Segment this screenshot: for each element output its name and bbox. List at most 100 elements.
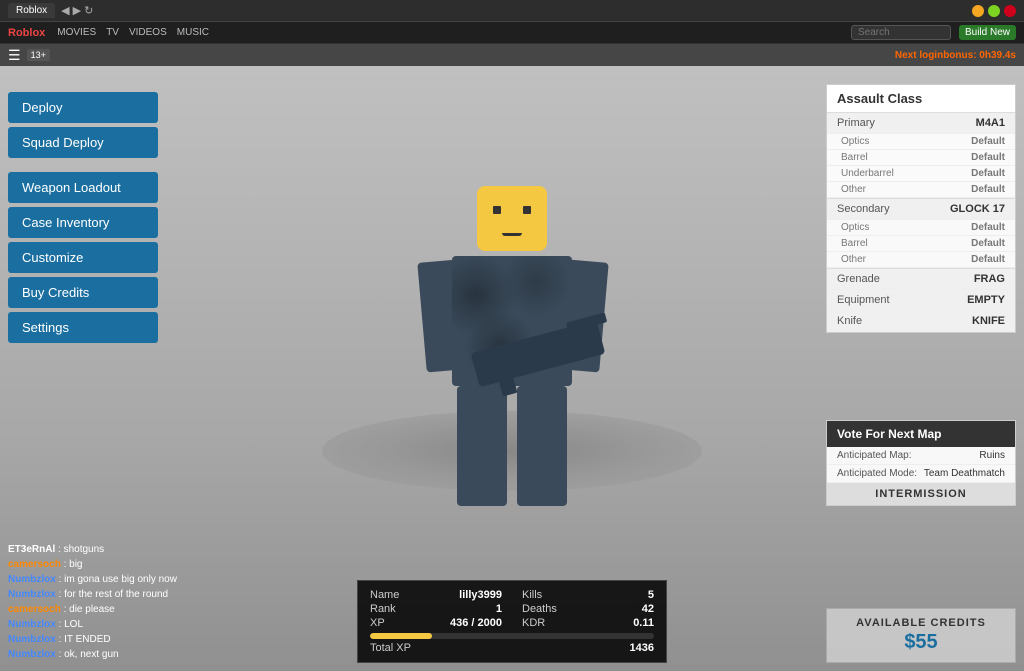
deaths-value: 42 — [642, 603, 654, 615]
secondary-value: GLOCK 17 — [950, 203, 1005, 215]
total-xp-value: 1436 — [630, 642, 654, 654]
primary-value: M4A1 — [976, 117, 1005, 129]
squad-deploy-button[interactable]: Squad Deploy — [8, 127, 158, 158]
minimize-button[interactable] — [972, 5, 984, 17]
browser-tab[interactable]: Roblox — [8, 3, 55, 18]
roblox-nav-left: Roblox MOVIES TV VIDEOS MUSIC — [8, 27, 209, 39]
vote-panel: Vote For Next Map Anticipated Map: Ruins… — [826, 420, 1016, 506]
intermission-label: INTERMISSION — [827, 483, 1015, 505]
chat-user-7: Numbzlox — [8, 649, 56, 660]
total-xp-stat-row: Total XP 1436 — [370, 642, 654, 654]
character — [412, 186, 612, 486]
xp-bar-container — [370, 633, 654, 639]
rank-label: Rank — [370, 603, 396, 615]
chat-user-0: ET3eRnAl — [8, 544, 55, 555]
primary-barrel-row: Barrel Default — [827, 150, 1015, 166]
anticipated-map-row: Anticipated Map: Ruins — [827, 447, 1015, 465]
chat-text-6: : IT ENDED — [59, 634, 111, 645]
credits-panel: AVAILABLE CREDITS $55 — [826, 608, 1016, 663]
chat-line-7: Numbzlox : ok, next gun — [8, 648, 208, 662]
nav-tv[interactable]: TV — [106, 27, 119, 38]
roblox-nav-right: Build New — [851, 25, 1016, 40]
chat-text-0: : shotguns — [58, 544, 104, 555]
settings-button[interactable]: Settings — [8, 312, 158, 343]
rank-value: 1 — [496, 603, 502, 615]
deaths-stat-row: Deaths 42 — [522, 603, 654, 615]
age-badge: 13+ — [27, 49, 50, 61]
browser-nav: ◀ ▶ ↻ — [61, 4, 93, 17]
secondary-optics-value: Default — [971, 222, 1005, 233]
buy-credits-button[interactable]: Buy Credits — [8, 277, 158, 308]
primary-other-value: Default — [971, 184, 1005, 195]
chat-text-2: : im gona use big only now — [59, 574, 177, 585]
customize-button[interactable]: Customize — [8, 242, 158, 273]
kdr-stat-row: KDR 0.11 — [522, 617, 654, 629]
char-eye-left — [493, 206, 501, 214]
menu-icon[interactable]: ☰ — [8, 47, 21, 64]
primary-optics-label: Optics — [841, 136, 869, 147]
chat-user-6: Numbzlox — [8, 634, 56, 645]
secondary-row: Secondary GLOCK 17 — [827, 199, 1015, 220]
primary-optics-value: Default — [971, 136, 1005, 147]
kdr-value: 0.11 — [633, 617, 654, 629]
grenade-value: FRAG — [974, 273, 1005, 285]
xp-bar-fill — [370, 633, 432, 639]
close-button[interactable] — [1004, 5, 1016, 17]
build-button[interactable]: Build New — [959, 25, 1016, 40]
nav-movies[interactable]: MOVIES — [57, 27, 96, 38]
primary-underbarrel-value: Default — [971, 168, 1005, 179]
credits-label: AVAILABLE CREDITS — [837, 617, 1005, 629]
knife-row: Knife KNIFE — [827, 311, 1015, 332]
bonus-text: Next loginbonus: 0h39.4s — [895, 50, 1016, 61]
chat-line-1: camersoch : big — [8, 558, 208, 572]
left-sidebar: Deploy Squad Deploy Weapon Loadout Case … — [0, 84, 190, 351]
rank-stat-row: Rank 1 — [370, 603, 502, 615]
char-leg-left — [457, 386, 507, 506]
nav-videos[interactable]: VIDEOS — [129, 27, 167, 38]
secondary-other-row: Other Default — [827, 252, 1015, 268]
nav-music[interactable]: MUSIC — [177, 27, 209, 38]
chat-user-1: camersoch — [8, 559, 61, 570]
deploy-button[interactable]: Deploy — [8, 92, 158, 123]
game-top-bar: ☰ 13+ Next loginbonus: 0h39.4s — [0, 44, 1024, 66]
weapon-loadout-button[interactable]: Weapon Loadout — [8, 172, 158, 203]
knife-label: Knife — [837, 315, 862, 327]
primary-other-label: Other — [841, 184, 866, 195]
xp-display: 436 / 2000 — [450, 617, 502, 629]
primary-row: Primary M4A1 — [827, 113, 1015, 134]
chat-line-0: ET3eRnAl : shotguns — [8, 543, 208, 557]
secondary-optics-row: Optics Default — [827, 220, 1015, 236]
char-mouth — [502, 233, 522, 236]
name-label: Name — [370, 589, 399, 601]
chat-line-4: camersoch : die please — [8, 603, 208, 617]
secondary-label: Secondary — [837, 203, 890, 215]
secondary-barrel-row: Barrel Default — [827, 236, 1015, 252]
chat-text-7: : ok, next gun — [59, 649, 119, 660]
stats-grid: Name lilly3999 Kills 5 Rank 1 Deaths 42 … — [370, 589, 654, 629]
chat-panel: ET3eRnAl : shotguns camersoch : big Numb… — [8, 543, 208, 663]
xp-stat-row: XP 436 / 2000 — [370, 617, 502, 629]
browser-bar: Roblox ◀ ▶ ↻ — [0, 0, 1024, 22]
equipment-value: EMPTY — [967, 294, 1005, 306]
stats-panel: Name lilly3999 Kills 5 Rank 1 Deaths 42 … — [357, 580, 667, 663]
case-inventory-button[interactable]: Case Inventory — [8, 207, 158, 238]
loadout-panel: Assault Class Primary M4A1 Optics Defaul… — [826, 84, 1016, 333]
game-frame: ☰ 13+ Next loginbonus: 0h39.4s Deploy Sq… — [0, 44, 1024, 671]
maximize-button[interactable] — [988, 5, 1000, 17]
deaths-label: Deaths — [522, 603, 557, 615]
primary-barrel-label: Barrel — [841, 152, 868, 163]
search-input[interactable] — [851, 25, 951, 40]
browser-left: Roblox ◀ ▶ ↻ — [8, 3, 93, 18]
anticipated-mode-row: Anticipated Mode: Team Deathmatch — [827, 465, 1015, 483]
vote-title: Vote For Next Map — [827, 421, 1015, 447]
chat-text-5: : LOL — [59, 619, 83, 630]
chat-line-6: Numbzlox : IT ENDED — [8, 633, 208, 647]
name-value: lilly3999 — [459, 589, 502, 601]
secondary-barrel-label: Barrel — [841, 238, 868, 249]
roblox-nav-bar: Roblox MOVIES TV VIDEOS MUSIC Build New — [0, 22, 1024, 44]
kills-stat-row: Kills 5 — [522, 589, 654, 601]
chat-line-2: Numbzlox : im gona use big only now — [8, 573, 208, 587]
chat-user-5: Numbzlox — [8, 619, 56, 630]
equipment-label: Equipment — [837, 294, 890, 306]
chat-text-3: : for the rest of the round — [59, 589, 169, 600]
